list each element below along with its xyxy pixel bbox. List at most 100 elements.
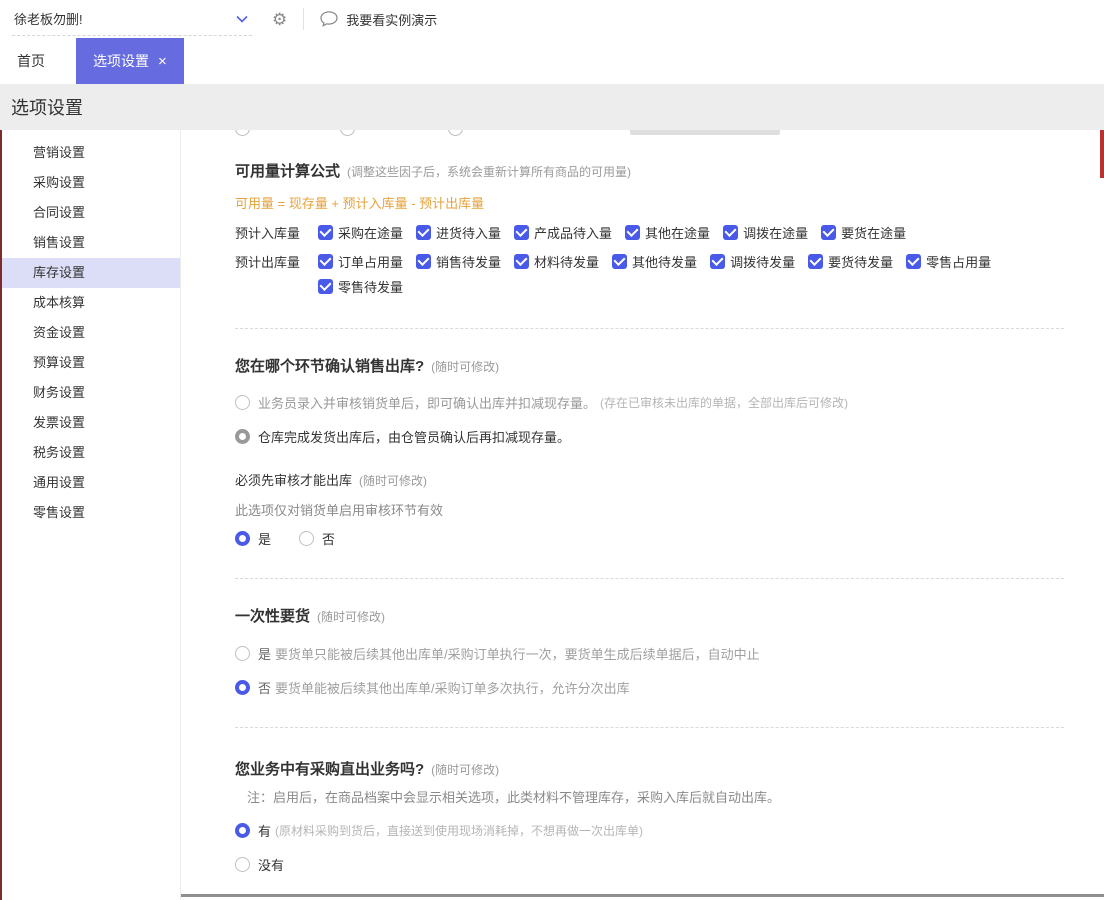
option-note: (存在已审核未出库的单据，全部出库后可修改) — [600, 396, 849, 410]
clipped-radio — [235, 130, 250, 136]
radio-audit-no[interactable]: 否 — [299, 529, 335, 548]
radio-audit-yes[interactable]: 是 — [235, 529, 271, 548]
checkbox-order-occupied[interactable]: 订单占用量 — [318, 252, 403, 271]
sidebar-item-invoice[interactable]: 发票设置 — [0, 408, 180, 438]
radio-selected-icon[interactable] — [235, 823, 250, 838]
tab-home[interactable]: 首页 — [0, 38, 62, 84]
radio-selected-icon[interactable] — [235, 680, 250, 695]
sidebar-item-finance[interactable]: 财务设置 — [0, 378, 180, 408]
audit-yesno: 是 否 — [235, 529, 1064, 548]
sidebar-item-tax[interactable]: 税务设置 — [0, 438, 180, 468]
outbound-row: 预计出库量 订单占用量 销售待发量 材料待发量 其他待发量 调拨待发量 要货待发… — [235, 252, 1064, 271]
checkbox-checked-icon — [416, 225, 432, 240]
sidebar-item-sales[interactable]: 销售设置 — [0, 228, 180, 258]
radio-direct-no[interactable]: 没有 — [235, 855, 1064, 874]
sidebar-item-marketing[interactable]: 营销设置 — [0, 138, 180, 168]
option-salesperson-confirm[interactable]: 业务员录入并审核销货单后，即可确认出库并扣减现存量。 (存在已审核未出库的单据，… — [235, 393, 1064, 412]
radio-selected-icon[interactable] — [235, 531, 250, 546]
checkbox-label: 其他待发量 — [632, 255, 698, 270]
checkbox-purchase-in-transit[interactable]: 采购在途量 — [318, 223, 403, 242]
radio-desc: 要货单能被后续其他出库单/采购订单多次执行，允许分次出库 — [275, 681, 630, 696]
checkbox-other-pending[interactable]: 其他待发量 — [612, 252, 697, 271]
radio-unselected-icon[interactable] — [235, 395, 250, 410]
sidebar-item-budget[interactable]: 预算设置 — [0, 348, 180, 378]
checkbox-retail-occupied[interactable]: 零售占用量 — [906, 252, 991, 271]
sub-title-text: 必须先审核才能出库 — [235, 473, 353, 488]
vertical-scrollbar-thumb[interactable] — [1100, 130, 1104, 178]
checkbox-label: 零售待发量 — [338, 280, 404, 295]
radio-selected-gray-icon[interactable] — [235, 429, 250, 444]
radio-label: 否 — [322, 532, 336, 547]
horizontal-scrollbar[interactable] — [181, 894, 1104, 897]
checkbox-checked-icon — [612, 254, 628, 269]
checkbox-label: 销售待发量 — [436, 255, 502, 270]
checkbox-transfer-pending[interactable]: 调拨待发量 — [710, 252, 795, 271]
checkbox-request-in-transit[interactable]: 要货在途量 — [821, 223, 906, 242]
company-selector[interactable]: 徐老板勿删! — [12, 2, 252, 36]
checkbox-transfer-in-transit[interactable]: 调拨在途量 — [723, 223, 808, 242]
sidebar-item-purchase[interactable]: 采购设置 — [0, 168, 180, 198]
sidebar-item-retail[interactable]: 零售设置 — [0, 498, 180, 528]
chevron-down-icon — [236, 15, 248, 23]
radio-unselected-icon[interactable] — [299, 531, 315, 546]
sidebar-item-general[interactable]: 通用设置 — [0, 468, 180, 498]
sidebar-item-contract[interactable]: 合同设置 — [0, 198, 180, 228]
sidebar-item-cost[interactable]: 成本核算 — [0, 288, 180, 318]
section-note: (随时可修改) — [317, 610, 386, 624]
section-one-time-request: 一次性要货 (随时可修改) 是 要货单只能被后续其他出库单/采购订单执行一次，要… — [235, 605, 1064, 697]
checkbox-checked-icon — [318, 279, 333, 294]
section-sales-outbound: 您在哪个环节确认销售出库? (随时可修改) 业务员录入并审核销货单后，即可确认出… — [235, 355, 1064, 548]
section-note: (调整这些因子后，系统会重新计算所有商品的可用量) — [347, 165, 632, 179]
checkbox-label: 其他在途量 — [645, 226, 711, 241]
checkbox-checked-icon — [514, 225, 530, 240]
option-warehouse-confirm[interactable]: 仓库完成发货出库后，由仓管员确认后再扣减现存量。 — [235, 427, 1064, 446]
checkbox-incoming-pending[interactable]: 进货待入量 — [416, 223, 501, 242]
checkbox-label: 要货在途量 — [841, 226, 907, 241]
close-icon[interactable]: × — [158, 54, 167, 69]
page-body: 营销设置 采购设置 合同设置 销售设置 库存设置 成本核算 资金设置 预算设置 … — [0, 130, 1104, 900]
radio-onetime-no[interactable]: 否 要货单能被后续其他出库单/采购订单多次执行，允许分次出库 — [235, 678, 1064, 697]
tab-settings[interactable]: 选项设置 × — [76, 38, 184, 84]
checkbox-checked-icon — [416, 254, 432, 269]
clipped-radio — [448, 130, 463, 136]
section-divider — [235, 328, 1064, 329]
outbound-label: 预计出库量 — [235, 255, 301, 270]
company-name: 徐老板勿删! — [14, 12, 83, 27]
option-text: 仓库完成发货出库后，由仓管员确认后再扣减现存量。 — [258, 430, 571, 445]
sidebar-item-inventory[interactable]: 库存设置 — [0, 258, 180, 288]
gear-icon[interactable]: ⚙ — [272, 11, 287, 28]
page-title: 选项设置 — [11, 98, 83, 118]
radio-label: 是 — [258, 647, 272, 662]
section-note: (随时可修改) — [431, 763, 500, 777]
radio-unselected-icon[interactable] — [235, 857, 250, 872]
checkbox-request-pending[interactable]: 要货待发量 — [808, 252, 893, 271]
option-text: 业务员录入并审核销货单后，即可确认出库并扣减现存量。 — [258, 396, 597, 411]
radio-direct-yes[interactable]: 有 (原材料采购到货后，直接送到使用现场消耗掉，不想再做一次出库单) — [235, 821, 1064, 840]
checkbox-retail-pending[interactable]: 零售待发量 — [318, 277, 403, 296]
checkbox-material-pending[interactable]: 材料待发量 — [514, 252, 599, 271]
cutoff-row — [235, 130, 1064, 138]
page-title-bar: 选项设置 — [0, 84, 1104, 130]
formula-expression: 可用量 = 现存量 + 预计入库量 - 预计出库量 — [235, 196, 485, 211]
checkbox-label: 材料待发量 — [534, 255, 600, 270]
checkbox-other-in-transit[interactable]: 其他在途量 — [625, 223, 710, 242]
checkbox-label: 零售占用量 — [926, 255, 992, 270]
checkbox-label: 进货待入量 — [436, 226, 502, 241]
demo-link[interactable]: 我要看实例演示 — [320, 10, 437, 29]
radio-onetime-yes[interactable]: 是 要货单只能被后续其他出库单/采购订单执行一次，要货单生成后续单据后，自动中止 — [235, 644, 1064, 663]
sub-title-note: (随时可修改) — [359, 474, 428, 488]
audit-subsection-title: 必须先审核才能出库 (随时可修改) — [235, 470, 1064, 489]
radio-unselected-icon[interactable] — [235, 646, 250, 661]
checkbox-checked-icon — [318, 225, 333, 240]
radio-desc: 要货单只能被后续其他出库单/采购订单执行一次，要货单生成后续单据后，自动中止 — [275, 647, 760, 662]
section-title: 您业务中有采购直出业务吗? — [235, 761, 425, 778]
checkbox-label: 产成品待入量 — [534, 226, 613, 241]
inbound-label: 预计入库量 — [235, 226, 301, 241]
checkbox-sales-pending[interactable]: 销售待发量 — [416, 252, 501, 271]
section-title: 您在哪个环节确认销售出库? — [235, 358, 425, 375]
section-title: 可用量计算公式 — [235, 163, 341, 180]
left-edge-strip — [0, 130, 2, 900]
checkbox-checked-icon — [723, 225, 739, 240]
checkbox-finished-goods-pending[interactable]: 产成品待入量 — [514, 223, 612, 242]
sidebar-item-funds[interactable]: 资金设置 — [0, 318, 180, 348]
